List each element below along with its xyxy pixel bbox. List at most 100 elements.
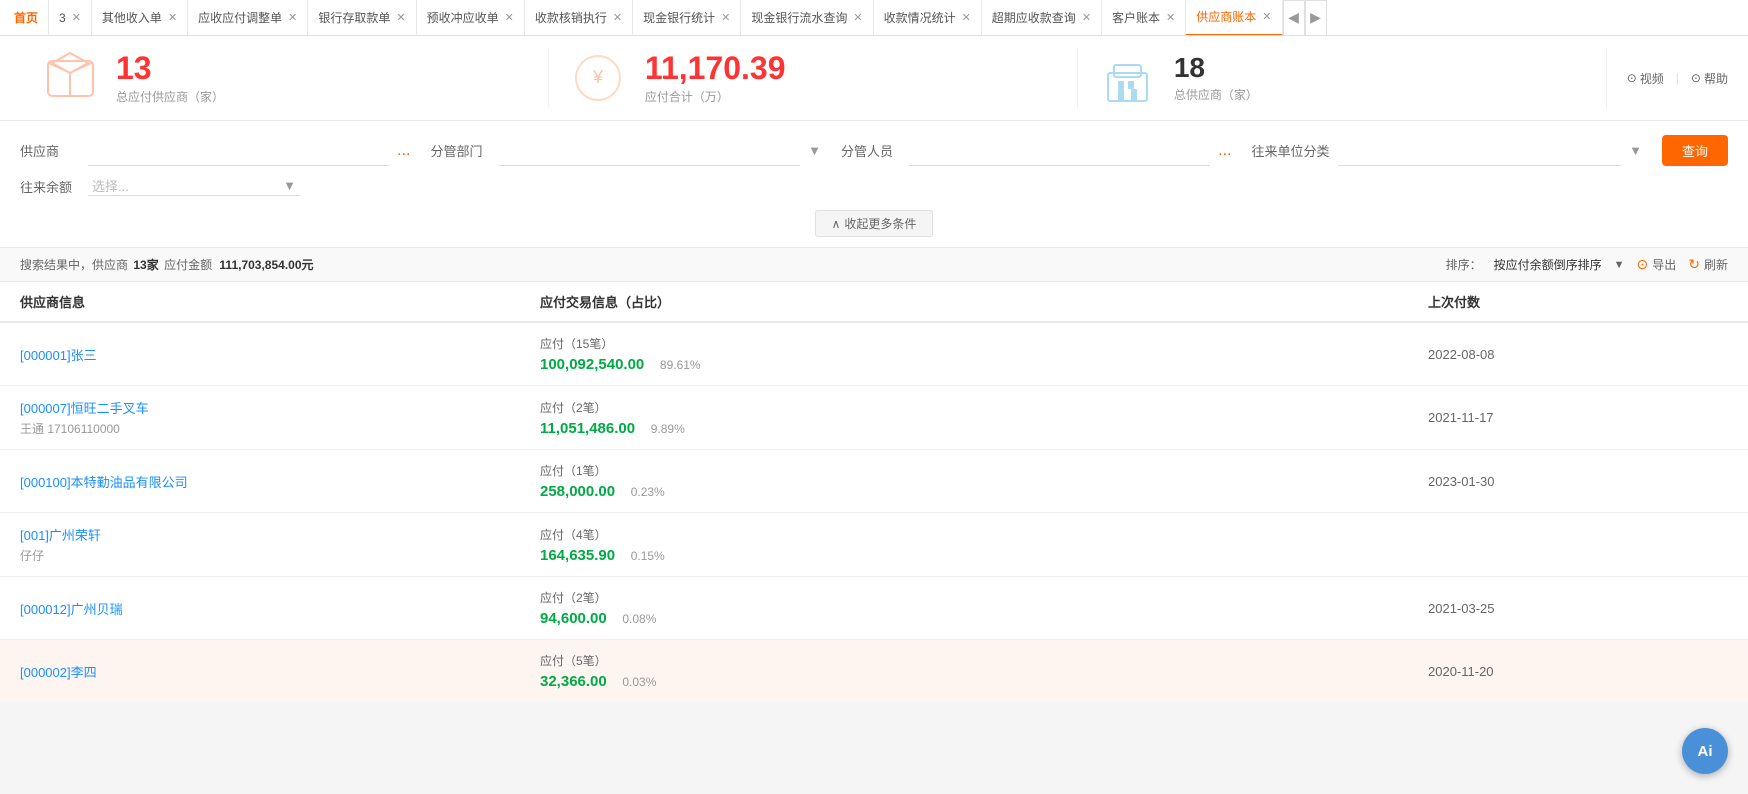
filter-balance: 往来余额 选择... ▼ [20,176,300,196]
col-header-supplier: 供应商信息 [20,292,540,311]
unit-class-filter-input[interactable] [1338,136,1622,166]
nav-tab-payable-adjust[interactable]: 应收应付调整单 ✕ [188,0,308,36]
close-tab-advance-collect[interactable]: ✕ [505,11,514,24]
close-tab-supplier-account[interactable]: ✕ [1262,10,1271,23]
nav-tab-other-income[interactable]: 其他收入单 ✕ [92,0,188,36]
help-link[interactable]: ⊙ 帮助 [1691,70,1728,87]
supplier-link-2[interactable]: [000007]恒旺二手叉车 [20,401,149,416]
nav-tab-supplier-account[interactable]: 供应商账本 ✕ [1186,0,1282,36]
unit-class-dropdown-icon[interactable]: ▼ [1629,143,1642,158]
transaction-type-6: 应付（5笔） [540,652,1428,669]
transaction-percent-1: 89.61% [660,358,701,372]
person-filter-label: 分管人员 [841,141,901,160]
table-row: [000007]恒旺二手叉车 王通 17106110000 应付（2笔） 11,… [0,386,1748,450]
sort-select[interactable]: 按应付余额倒序排序 [1494,256,1602,273]
stat-total-suppliers: 18 总供应商（家） [1078,48,1607,108]
help-icon: ⊙ [1691,71,1701,85]
col-header-transaction: 应付交易信息（占比） [540,292,1428,311]
last-payment-6: 2020-11-20 [1428,664,1728,679]
transaction-percent-2: 9.89% [651,422,685,436]
close-tab-overdue-query[interactable]: ✕ [1082,11,1091,24]
last-payment-5: 2021-03-25 [1428,601,1728,616]
supplier-link-5[interactable]: [000012]广州贝瑞 [20,602,123,617]
table-row: [000100]本特勤油品有限公司 应付（1笔） 258,000.00 0.23… [0,450,1748,513]
person-filter-input[interactable] [909,136,1210,166]
supplier-link-6[interactable]: [000002]李四 [20,665,97,680]
nav-tab-cash-bank-stat[interactable]: 现金银行统计 ✕ [633,0,741,36]
dept-filter-label: 分管部门 [431,141,491,160]
nav-tab-home[interactable]: 首页 [4,0,49,36]
filter-person: 分管人员 ... [841,136,1232,166]
unit-class-filter-label: 往来单位分类 [1252,141,1330,160]
close-tab-collect-check[interactable]: ✕ [613,11,622,24]
payable-total-number: 11,170.39 [645,52,786,84]
transaction-type-2: 应付（2笔） [540,399,1428,416]
close-tab-3[interactable]: ✕ [72,11,81,24]
ai-button[interactable]: Ai [1682,728,1728,774]
filter-row-1: 供应商 ... 分管部门 ▼ 分管人员 ... 往来单位分类 ▼ 查询 [20,135,1728,166]
export-icon: ⊙ [1637,256,1649,273]
filter-row-2: 往来余额 选择... ▼ [20,176,1728,196]
sort-dropdown-icon[interactable]: ▼ [1614,259,1625,271]
nav-tab-customer-account[interactable]: 客户账本 ✕ [1102,0,1186,36]
dept-filter-input[interactable] [499,136,801,166]
search-button[interactable]: 查询 [1662,135,1728,166]
close-tab-collect-stat[interactable]: ✕ [962,11,971,24]
table-container: 供应商信息 应付交易信息（占比） 上次付数 [000001]张三 应付（15笔）… [0,282,1748,702]
person-filter-dots[interactable]: ... [1218,142,1231,160]
supplier-link-3[interactable]: [000100]本特勤油品有限公司 [20,475,188,490]
nav-prev-arrow[interactable]: ◀ [1283,0,1305,36]
table-row: [000001]张三 应付（15笔） 100,092,540.00 89.61%… [0,323,1748,386]
supplier-filter-dots[interactable]: ... [397,142,410,160]
transaction-amount-1[interactable]: 100,092,540.00 [540,356,644,373]
close-tab-bank-deposit[interactable]: ✕ [396,11,405,24]
nav-tab-cash-bank-flow[interactable]: 现金银行流水查询 ✕ [741,0,873,36]
payable-suppliers-label: 总应付供应商（家） [116,88,224,105]
supplier-link-4[interactable]: [001]广州荣轩 [20,528,101,543]
total-suppliers-label: 总供应商（家） [1174,86,1258,103]
nav-tab-overdue-query[interactable]: 超期应收款查询 ✕ [982,0,1102,36]
nav-tab-3[interactable]: 3 ✕ [49,0,92,36]
close-tab-other-income[interactable]: ✕ [168,11,177,24]
transaction-info-3: 应付（1笔） 258,000.00 0.23% [540,462,1428,500]
transaction-amount-5[interactable]: 94,600.00 [540,610,607,627]
refresh-icon: ↻ [1688,256,1700,273]
transaction-amount-3[interactable]: 258,000.00 [540,483,615,500]
supplier-sub-2: 王通 17106110000 [20,420,540,437]
transaction-amount-4[interactable]: 164,635.90 [540,547,615,564]
nav-next-arrow[interactable]: ▶ [1305,0,1327,36]
dept-dropdown-icon[interactable]: ▼ [808,143,821,158]
supplier-link-1[interactable]: [000001]张三 [20,348,97,363]
result-info: 搜索结果中，供应商 13家 应付金额 111,703,854.00元 [20,256,314,273]
nav-tab-collect-stat[interactable]: 收款情况统计 ✕ [874,0,982,36]
nav-tab-advance-collect[interactable]: 预收冲应收单 ✕ [417,0,525,36]
supplier-filter-label: 供应商 [20,141,80,160]
nav-tab-bank-deposit[interactable]: 银行存取款单 ✕ [308,0,416,36]
close-tab-cash-bank-stat[interactable]: ✕ [721,11,730,24]
close-tab-customer-account[interactable]: ✕ [1166,11,1175,24]
top-navigation: 首页 3 ✕ 其他收入单 ✕ 应收应付调整单 ✕ 银行存取款单 ✕ 预收冲应收单… [0,0,1748,36]
close-tab-payable-adjust[interactable]: ✕ [288,11,297,24]
video-icon: ⊙ [1627,71,1637,85]
video-link[interactable]: ⊙ 视频 [1627,70,1664,87]
supplier-filter-input[interactable] [88,136,389,166]
table-row: [001]广州荣轩 仔仔 应付（4笔） 164,635.90 0.15% [0,513,1748,577]
action-divider: | [1676,71,1679,85]
balance-dropdown-icon[interactable]: ▼ [283,178,296,193]
supplier-info-4: [001]广州荣轩 仔仔 [20,525,540,564]
close-tab-cash-bank-flow[interactable]: ✕ [853,11,862,24]
supplier-info-3: [000100]本特勤油品有限公司 [20,472,540,491]
transaction-amount-6[interactable]: 32,366.00 [540,673,607,690]
total-suppliers-number: 18 [1174,54,1258,82]
payable-total-label: 应付合计（万） [645,88,786,105]
transaction-info-1: 应付（15笔） 100,092,540.00 89.61% [540,335,1428,373]
filter-dept: 分管部门 ▼ [431,136,822,166]
nav-tab-collect-check[interactable]: 收款核销执行 ✕ [525,0,633,36]
collapse-button[interactable]: ∧ 收起更多条件 [815,210,934,237]
transaction-percent-4: 0.15% [631,549,665,563]
collapse-icon: ∧ [832,217,841,231]
refresh-button[interactable]: ↻ 刷新 [1688,256,1728,273]
transaction-amount-2[interactable]: 11,051,486.00 [540,420,635,437]
filter-section: 供应商 ... 分管部门 ▼ 分管人员 ... 往来单位分类 ▼ 查询 往来余额 [0,121,1748,248]
export-button[interactable]: ⊙ 导出 [1637,256,1677,273]
